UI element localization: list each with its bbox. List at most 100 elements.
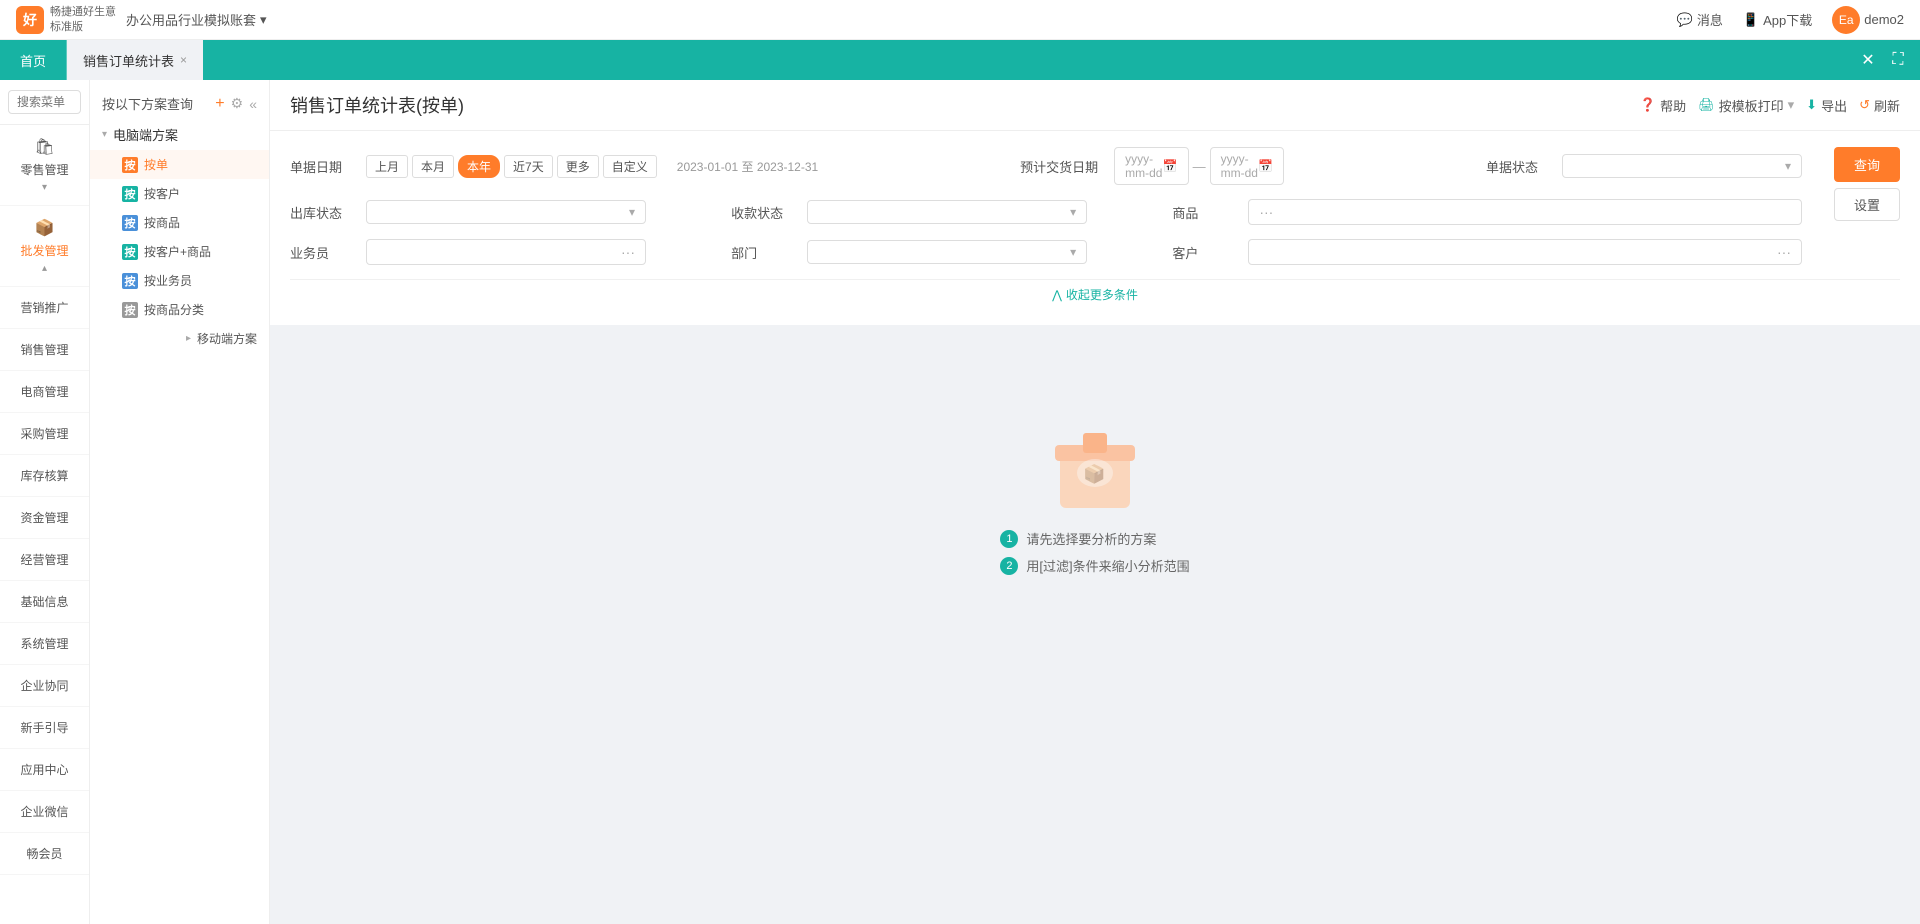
settings-scheme-button[interactable]: ⚙ bbox=[231, 95, 244, 112]
tab-sales-order-stats[interactable]: 销售订单统计表 × bbox=[67, 40, 203, 80]
app-download-button[interactable]: 📱 App下载 bbox=[1743, 10, 1812, 29]
salesperson-select[interactable]: ··· bbox=[366, 239, 646, 265]
chevron-down-icon: ▾ bbox=[1070, 205, 1076, 219]
by-customer-icon: 按 bbox=[122, 186, 138, 202]
export-icon: ⬇ bbox=[1806, 97, 1817, 113]
tree-parent-mobile[interactable]: ▸ 移动端方案 bbox=[90, 324, 269, 353]
bill-status-select[interactable]: ▾ bbox=[1562, 154, 1802, 178]
tab-close-button[interactable]: × bbox=[180, 53, 187, 67]
salesperson-more-icon[interactable]: ··· bbox=[621, 244, 635, 260]
chevron-up-icon: ▴ bbox=[42, 263, 47, 274]
tab-home[interactable]: 首页 bbox=[0, 40, 67, 80]
date-btn-custom[interactable]: 自定义 bbox=[603, 155, 657, 178]
ship-status-select[interactable]: ▾ bbox=[366, 200, 646, 224]
topbar-right: 💬 消息 📱 App下载 Ea demo2 bbox=[1677, 6, 1904, 34]
collapse-icon: ⋀ bbox=[1052, 288, 1062, 302]
sidebar: 🛍 零售管理 ▾ 📦 批发管理 ▴ 营销推广 销售管理 电商管理 采购管理 库存… bbox=[0, 80, 90, 924]
tree-item-by-customer-goods[interactable]: 按 按客户+商品 bbox=[90, 237, 269, 266]
sidebar-item-ecommerce[interactable]: 电商管理 bbox=[0, 371, 89, 413]
expand-icon: ▾ bbox=[102, 129, 107, 140]
department-select[interactable]: ▾ bbox=[807, 240, 1087, 264]
sidebar-item-marketing[interactable]: 营销推广 bbox=[0, 287, 89, 329]
content-area: 销售订单统计表(按单) ❓ 帮助 🖨 按模板打印 ▾ ⬇ 导出 ↺ 刷新 bbox=[270, 80, 1920, 924]
sidebar-item-sales[interactable]: 销售管理 bbox=[0, 329, 89, 371]
goods-more-icon[interactable]: ··· bbox=[1259, 204, 1273, 220]
calendar-icon-2: 📅 bbox=[1258, 159, 1273, 173]
by-salesperson-icon: 按 bbox=[122, 273, 138, 289]
download-icon: 📱 bbox=[1743, 12, 1759, 28]
sidebar-item-basic-info[interactable]: 基础信息 bbox=[0, 581, 89, 623]
help-icon: ❓ bbox=[1640, 97, 1656, 113]
date-buttons: 上月 本月 本年 近7天 更多 自定义 bbox=[366, 155, 657, 178]
query-button[interactable]: 查询 bbox=[1834, 147, 1900, 182]
date-btn-this-month[interactable]: 本月 bbox=[412, 155, 454, 178]
sidebar-item-finance[interactable]: 资金管理 bbox=[0, 497, 89, 539]
tree-item-by-category[interactable]: 按 按商品分类 bbox=[90, 295, 269, 324]
sidebar-item-purchase[interactable]: 采购管理 bbox=[0, 413, 89, 455]
sidebar-item-system[interactable]: 系统管理 bbox=[0, 623, 89, 665]
expected-delivery-start[interactable]: yyyy-mm-dd 📅 bbox=[1114, 147, 1188, 185]
date-btn-more[interactable]: 更多 bbox=[557, 155, 599, 178]
sidebar-item-newbie[interactable]: 新手引导 bbox=[0, 707, 89, 749]
refresh-icon: ↺ bbox=[1859, 97, 1870, 113]
date-btn-7days[interactable]: 近7天 bbox=[504, 155, 553, 178]
sidebar-item-wholesale[interactable]: 📦 批发管理 ▴ bbox=[0, 206, 89, 287]
print-icon: 🖨 bbox=[1698, 97, 1715, 113]
sidebar-item-operations[interactable]: 经营管理 bbox=[0, 539, 89, 581]
search-input[interactable] bbox=[8, 90, 81, 114]
logo-area: 好 畅捷通好生意 标准版 bbox=[16, 5, 116, 34]
topbar-page-selector[interactable]: 办公用品行业模拟账套 ▾ bbox=[126, 10, 267, 29]
sidebar-item-enterprise[interactable]: 企业协同 bbox=[0, 665, 89, 707]
bill-status-label: 单据状态 bbox=[1486, 157, 1546, 176]
collection-status-select[interactable]: ▾ bbox=[807, 200, 1087, 224]
chevron-down-icon: ▾ bbox=[42, 182, 47, 193]
sidebar-item-wechat[interactable]: 企业微信 bbox=[0, 791, 89, 833]
tabbar: 首页 销售订单统计表 × ✕ ⛶ bbox=[0, 40, 1920, 80]
topbar: 好 畅捷通好生意 标准版 办公用品行业模拟账套 ▾ 💬 消息 📱 App下载 E… bbox=[0, 0, 1920, 40]
bill-date-label: 单据日期 bbox=[290, 157, 350, 176]
sidebar-item-app-center[interactable]: 应用中心 bbox=[0, 749, 89, 791]
collapse-filter-button[interactable]: ⋀ 收起更多条件 bbox=[290, 279, 1900, 309]
export-button[interactable]: ⬇ 导出 bbox=[1806, 96, 1847, 115]
sidebar-item-inventory[interactable]: 库存核算 bbox=[0, 455, 89, 497]
sidebar-item-retail[interactable]: 🛍 零售管理 ▾ bbox=[0, 125, 89, 206]
expected-delivery-end[interactable]: yyyy-mm-dd 📅 bbox=[1210, 147, 1284, 185]
print-chevron-icon: ▾ bbox=[1788, 97, 1795, 113]
user-menu[interactable]: Ea demo2 bbox=[1832, 6, 1904, 34]
date-btn-last-month[interactable]: 上月 bbox=[366, 155, 408, 178]
salesperson-label: 业务员 bbox=[290, 243, 350, 262]
avatar: Ea bbox=[1832, 6, 1860, 34]
svg-text:📦: 📦 bbox=[1083, 463, 1105, 484]
page-header: 销售订单统计表(按单) ❓ 帮助 🖨 按模板打印 ▾ ⬇ 导出 ↺ 刷新 bbox=[270, 80, 1920, 131]
empty-svg: 📦 bbox=[1035, 413, 1155, 513]
customer-select[interactable]: ··· bbox=[1248, 239, 1802, 265]
window-close-button[interactable]: ✕ bbox=[1856, 48, 1880, 72]
message-button[interactable]: 💬 消息 bbox=[1677, 10, 1723, 29]
tree-item-by-customer[interactable]: 按 按客户 bbox=[90, 179, 269, 208]
goods-select[interactable]: ··· bbox=[1248, 199, 1802, 225]
print-button[interactable]: 🖨 按模板打印 ▾ bbox=[1698, 96, 1794, 115]
calendar-icon: 📅 bbox=[1163, 159, 1178, 173]
sidebar-item-members[interactable]: 畅会员 bbox=[0, 833, 89, 875]
goods-label: 商品 bbox=[1172, 203, 1232, 222]
page-title: 销售订单统计表(按单) bbox=[290, 92, 464, 118]
date-btn-this-year[interactable]: 本年 bbox=[458, 155, 500, 178]
ship-status-label: 出库状态 bbox=[290, 203, 350, 222]
chevron-right-icon: ▸ bbox=[186, 333, 191, 344]
filter-row-1: 单据日期 上月 本月 本年 近7天 更多 自定义 2023-01-01 至 20… bbox=[290, 147, 1802, 185]
filter-settings-button[interactable]: 设置 bbox=[1834, 188, 1900, 221]
customer-more-icon[interactable]: ··· bbox=[1777, 244, 1791, 260]
tree-item-by-order[interactable]: 按 按单 bbox=[90, 150, 269, 179]
collapse-panel-button[interactable]: « bbox=[249, 96, 257, 112]
tree-item-by-goods[interactable]: 按 按商品 bbox=[90, 208, 269, 237]
refresh-button[interactable]: ↺ 刷新 bbox=[1859, 96, 1900, 115]
empty-illustration: 📦 bbox=[1035, 413, 1155, 513]
tree-parent-desktop[interactable]: ▾ 电脑端方案 bbox=[90, 119, 269, 150]
help-button[interactable]: ❓ 帮助 bbox=[1640, 96, 1686, 115]
window-maximize-button[interactable]: ⛶ bbox=[1886, 48, 1910, 72]
expected-delivery-inputs: yyyy-mm-dd 📅 — yyyy-mm-dd 📅 bbox=[1114, 147, 1284, 185]
retail-icon: 🛍 bbox=[34, 137, 54, 157]
tree-item-by-salesperson[interactable]: 按 按业务员 bbox=[90, 266, 269, 295]
add-scheme-button[interactable]: + bbox=[215, 95, 224, 113]
left-panel-header: 按以下方案查询 + ⚙ « bbox=[90, 88, 269, 119]
